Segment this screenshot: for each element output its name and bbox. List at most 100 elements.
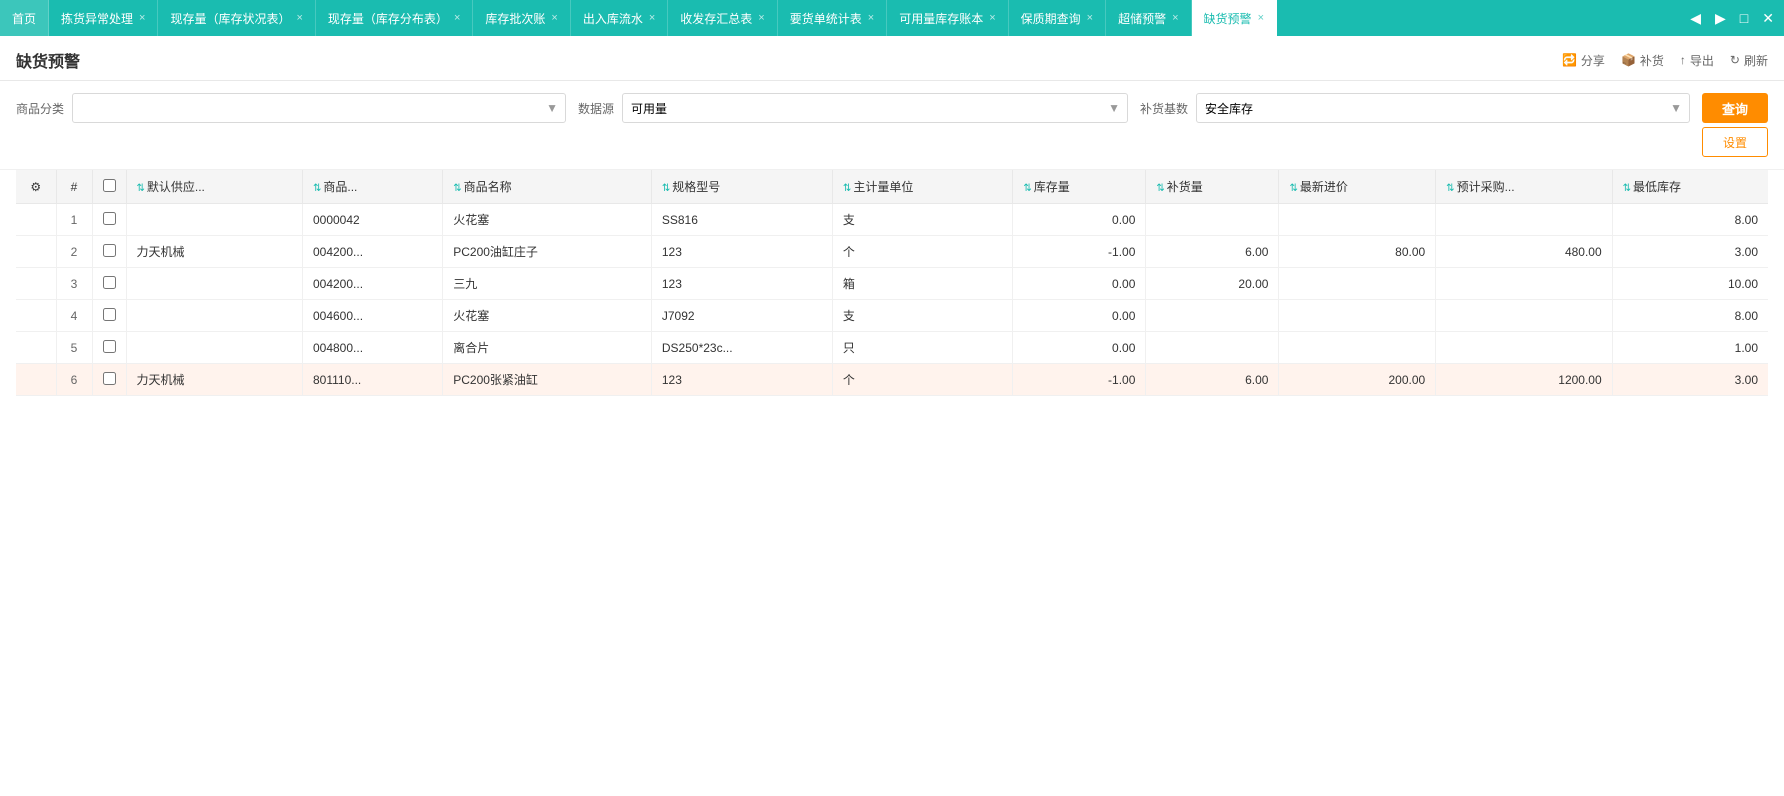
column-latest-price[interactable]: ⇅最新进价 xyxy=(1279,170,1436,204)
tab-close-inventory-status[interactable]: × xyxy=(296,12,302,24)
tab-close-requisition[interactable]: × xyxy=(868,12,874,24)
cell-latest-price xyxy=(1279,332,1436,364)
row-checkbox[interactable] xyxy=(103,276,116,289)
cell-spec: DS250*23c... xyxy=(651,332,832,364)
row-checkbox[interactable] xyxy=(103,308,116,321)
category-filter-label: 商品分类 xyxy=(16,100,64,117)
column-stock[interactable]: ⇅库存量 xyxy=(1013,170,1146,204)
tab-expiry[interactable]: 保质期查询 × xyxy=(1009,0,1106,36)
tab-close-batch-ledger[interactable]: × xyxy=(551,12,557,24)
query-button[interactable]: 查询 xyxy=(1702,93,1768,123)
row-checkbox[interactable] xyxy=(103,244,116,257)
cell-checkbox[interactable] xyxy=(92,236,126,268)
cell-checkbox[interactable] xyxy=(92,300,126,332)
tab-inventory-dist[interactable]: 现存量（库存分布表） × xyxy=(316,0,473,36)
export-button[interactable]: ↑ 导出 xyxy=(1680,52,1714,69)
cell-latest-price: 80.00 xyxy=(1279,236,1436,268)
tab-close-flow[interactable]: × xyxy=(649,12,655,24)
select-all-checkbox[interactable] xyxy=(103,179,116,192)
tab-close-shortage[interactable]: × xyxy=(1258,12,1264,24)
share-button[interactable]: 🔁 分享 xyxy=(1562,52,1605,69)
tab-scroll-left[interactable]: ◀ xyxy=(1684,6,1707,31)
cell-num: 1 xyxy=(56,204,92,236)
column-min-stock[interactable]: ⇅最低库存 xyxy=(1612,170,1768,204)
column-estimated[interactable]: ⇅预计采购... xyxy=(1436,170,1612,204)
cell-replenish xyxy=(1146,300,1279,332)
cell-num: 5 xyxy=(56,332,92,364)
cell-min-stock: 10.00 xyxy=(1612,268,1768,300)
action-buttons: 查询 设置 xyxy=(1702,93,1768,157)
cell-estimated: 1200.00 xyxy=(1436,364,1612,396)
cell-checkbox[interactable] xyxy=(92,332,126,364)
cell-spec: J7092 xyxy=(651,300,832,332)
datasource-input[interactable] xyxy=(622,93,1128,123)
tab-available-ledger[interactable]: 可用量库存账本 × xyxy=(887,0,1008,36)
tab-inventory-status[interactable]: 现存量（库存状况表） × xyxy=(158,0,315,36)
cell-unit: 支 xyxy=(832,300,1012,332)
tab-scroll-right[interactable]: ▶ xyxy=(1709,6,1732,31)
cell-replenish: 20.00 xyxy=(1146,268,1279,300)
tab-close-overstock[interactable]: × xyxy=(1172,12,1178,24)
tab-close-all[interactable]: ✕ xyxy=(1756,6,1780,31)
datasource-dropdown-icon: ▼ xyxy=(1108,101,1120,115)
tab-picking[interactable]: 拣货异常处理 × xyxy=(49,0,158,36)
column-spec[interactable]: ⇅规格型号 xyxy=(651,170,832,204)
cell-stock: 0.00 xyxy=(1013,332,1146,364)
replenish-base-select-wrapper: ▼ xyxy=(1196,93,1690,123)
cell-estimated xyxy=(1436,204,1612,236)
datasource-filter-group: 数据源 ▼ xyxy=(578,93,1128,123)
column-replenish[interactable]: ⇅补货量 xyxy=(1146,170,1279,204)
cell-estimated xyxy=(1436,300,1612,332)
cell-supplier: 力天机械 xyxy=(126,236,302,268)
replenish-button[interactable]: 📦 补货 xyxy=(1621,52,1664,69)
replenish-icon: 📦 xyxy=(1621,53,1636,67)
cell-estimated xyxy=(1436,332,1612,364)
tab-close-available-ledger[interactable]: × xyxy=(989,12,995,24)
row-checkbox[interactable] xyxy=(103,340,116,353)
column-code[interactable]: ⇅商品... xyxy=(302,170,442,204)
cell-unit: 支 xyxy=(832,204,1012,236)
cell-checkbox[interactable] xyxy=(92,268,126,300)
column-gear[interactable]: ⚙ xyxy=(16,170,56,204)
refresh-button[interactable]: ↻ 刷新 xyxy=(1730,52,1768,69)
cell-estimated: 480.00 xyxy=(1436,236,1612,268)
category-input[interactable] xyxy=(72,93,566,123)
cell-checkbox[interactable] xyxy=(92,204,126,236)
cell-name: PC200油缸庄子 xyxy=(443,236,652,268)
cell-code: 0000042 xyxy=(302,204,442,236)
cell-name: 三九 xyxy=(443,268,652,300)
tab-close-expiry[interactable]: × xyxy=(1087,12,1093,24)
settings-button[interactable]: 设置 xyxy=(1702,127,1768,157)
tab-batch-ledger[interactable]: 库存批次账 × xyxy=(473,0,570,36)
column-unit[interactable]: ⇅主计量单位 xyxy=(832,170,1012,204)
tab-close-picking[interactable]: × xyxy=(139,12,145,24)
shortage-table: ⚙ # ⇅默认供应... ⇅商品... ⇅商品名称 ⇅规格型号 ⇅主计量单位 ⇅… xyxy=(16,170,1768,396)
table-wrapper: ⚙ # ⇅默认供应... ⇅商品... ⇅商品名称 ⇅规格型号 ⇅主计量单位 ⇅… xyxy=(0,170,1784,396)
cell-gear xyxy=(16,268,56,300)
tab-shortage[interactable]: 缺货预警 × xyxy=(1192,0,1277,36)
cell-checkbox[interactable] xyxy=(92,364,126,396)
cell-supplier xyxy=(126,332,302,364)
tab-home[interactable]: 首页 xyxy=(0,0,49,36)
cell-supplier xyxy=(126,268,302,300)
tab-close-inventory-dist[interactable]: × xyxy=(454,12,460,24)
cell-num: 6 xyxy=(56,364,92,396)
tab-flow[interactable]: 出入库流水 × xyxy=(571,0,668,36)
tab-close-summary[interactable]: × xyxy=(758,12,764,24)
replenish-base-filter-group: 补货基数 ▼ xyxy=(1140,93,1690,123)
cell-replenish xyxy=(1146,332,1279,364)
cell-latest-price xyxy=(1279,204,1436,236)
column-supplier[interactable]: ⇅默认供应... xyxy=(126,170,302,204)
tab-overstock[interactable]: 超储预警 × xyxy=(1106,0,1191,36)
category-filter-group: 商品分类 ▼ xyxy=(16,93,566,123)
tab-requisition[interactable]: 要货单统计表 × xyxy=(778,0,887,36)
tab-summary[interactable]: 收发存汇总表 × xyxy=(668,0,777,36)
table-body: 1 0000042 火花塞 SS816 支 0.00 8.00 2 力天机械 0… xyxy=(16,204,1768,396)
replenish-base-input[interactable] xyxy=(1196,93,1690,123)
row-checkbox[interactable] xyxy=(103,212,116,225)
cell-latest-price xyxy=(1279,300,1436,332)
tab-restore[interactable]: □ xyxy=(1734,6,1754,30)
row-checkbox[interactable] xyxy=(103,372,116,385)
cell-supplier xyxy=(126,204,302,236)
column-name[interactable]: ⇅商品名称 xyxy=(443,170,652,204)
